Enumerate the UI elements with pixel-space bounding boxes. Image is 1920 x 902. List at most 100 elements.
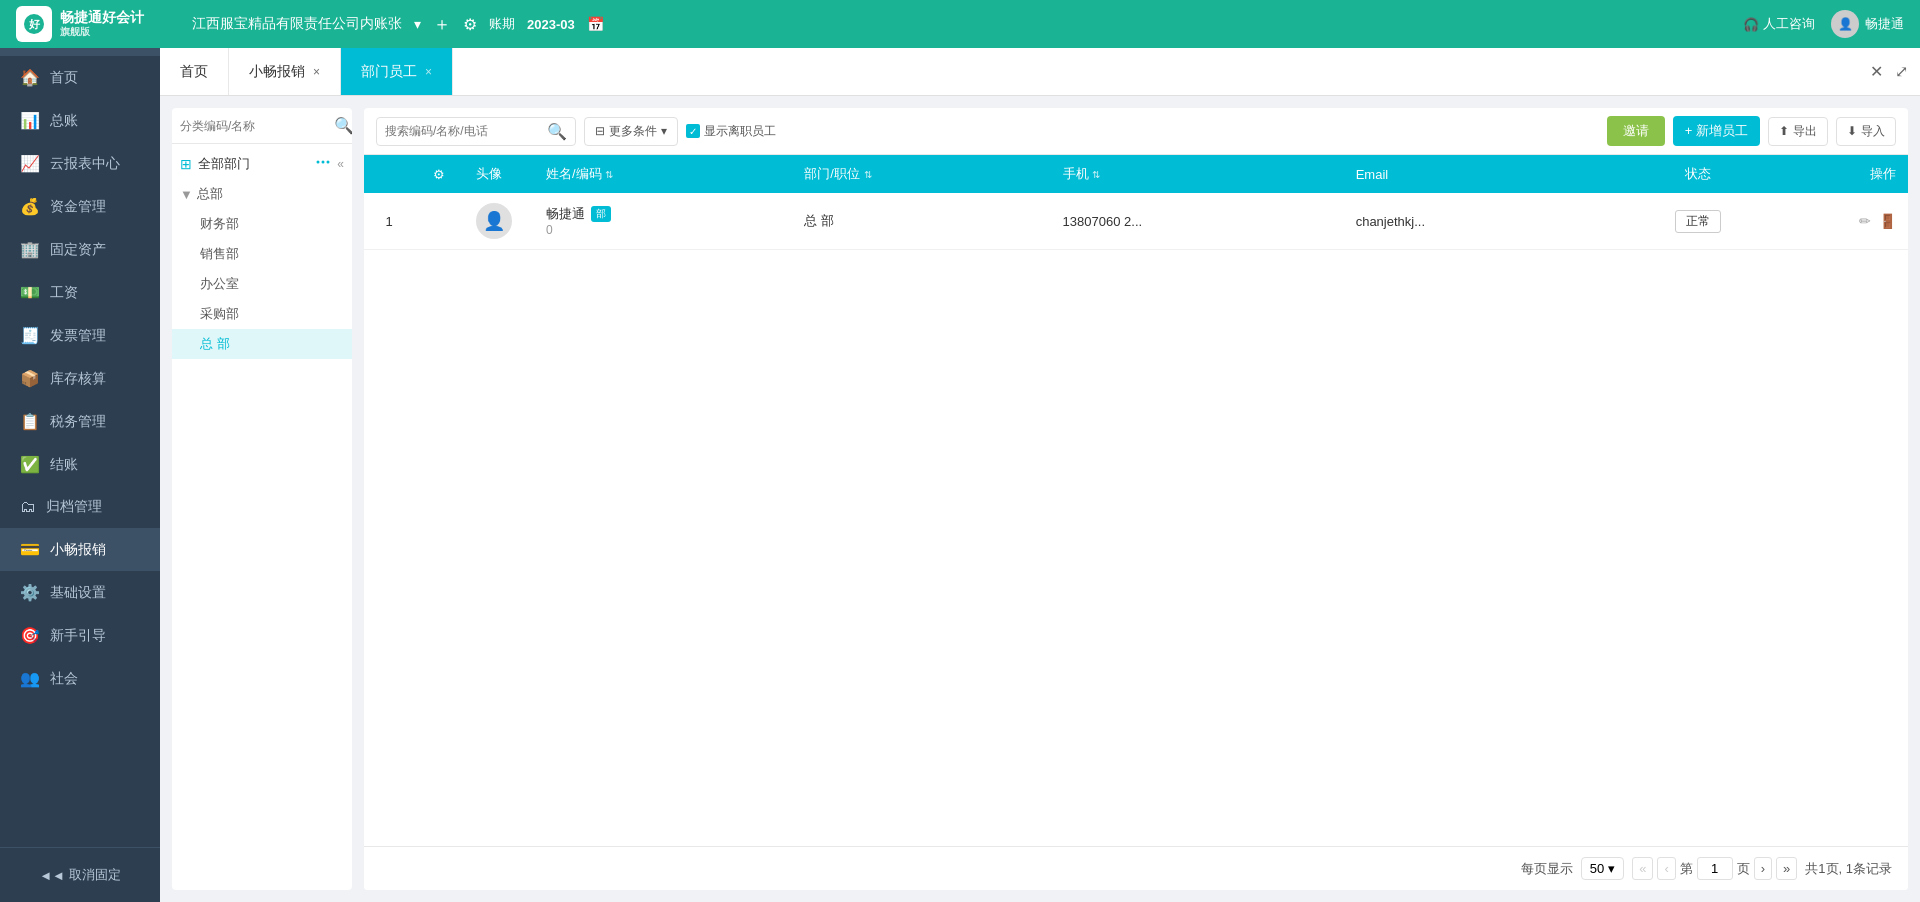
tab-home[interactable]: 首页 <box>160 48 229 95</box>
sidebar-label-checkout: 结账 <box>50 456 78 474</box>
service-button[interactable]: 🎧 人工咨询 <box>1743 15 1815 33</box>
archive-icon: 🗂 <box>20 498 36 516</box>
dept-tree: ⊞ 全部部门 « ▼ 总部 <box>172 144 352 890</box>
name-sort-icon[interactable]: ⇅ <box>605 169 613 180</box>
tab-dept-employee-close[interactable]: × <box>425 65 432 79</box>
first-page-button[interactable]: « <box>1632 857 1653 880</box>
sidebar-bottom: ◄◄ 取消固定 <box>0 847 160 902</box>
sidebar-label-fixed-assets: 固定资产 <box>50 241 106 259</box>
col-dept-position[interactable]: 部门/职位 ⇅ <box>792 155 1050 193</box>
calendar-icon[interactable]: 📅 <box>587 16 604 32</box>
tab-xiaochang-label: 小畅报销 <box>249 63 305 81</box>
dept-node-general[interactable]: ▼ 总部 <box>172 179 352 209</box>
all-depts-label: 全部部门 <box>198 155 250 173</box>
filter-label: 更多条件 <box>609 123 657 140</box>
cancel-fixed-button[interactable]: ◄◄ 取消固定 <box>0 858 160 892</box>
dept-node-hq[interactable]: 总 部 <box>172 329 352 359</box>
cell-actions: ✏ 🚪 <box>1788 193 1908 250</box>
dept-node-finance[interactable]: 财务部 <box>172 209 352 239</box>
company-dropdown-button[interactable]: ▾ <box>414 16 421 32</box>
dept-sort-icon[interactable]: ⇅ <box>864 169 872 180</box>
dept-node-office[interactable]: 办公室 <box>172 269 352 299</box>
sidebar-label-basic-settings: 基础设置 <box>50 584 106 602</box>
sidebar-item-home[interactable]: 🏠 首页 <box>0 56 160 99</box>
headset-icon: 🎧 <box>1743 17 1759 32</box>
expand-icon: ▼ <box>180 187 193 202</box>
sidebar-items: 🏠 首页 📊 总账 📈 云报表中心 💰 资金管理 🏢 固定资产 💵 工资 <box>0 56 160 700</box>
tab-expand-button[interactable]: ⤢ <box>1891 58 1912 85</box>
tab-close-all-button[interactable]: ✕ <box>1866 58 1887 85</box>
page-input[interactable] <box>1697 857 1733 880</box>
employee-search-input[interactable] <box>385 124 543 138</box>
dept-collapse-button[interactable]: « <box>337 157 344 171</box>
dept-node-sales[interactable]: 销售部 <box>172 239 352 269</box>
cell-dept: 总 部 <box>792 193 1050 250</box>
content-area: 首页 小畅报销 × 部门员工 × ✕ ⤢ 🔍 <box>160 48 1920 902</box>
sidebar-label-tax: 税务管理 <box>50 413 106 431</box>
dept-node-purchasing[interactable]: 采购部 <box>172 299 352 329</box>
sidebar-item-salary[interactable]: 💵 工资 <box>0 271 160 314</box>
dept-search-input[interactable] <box>180 119 330 133</box>
sidebar-label-new-guide: 新手引导 <box>50 627 106 645</box>
logo-area: 好 畅捷通好会计 旗舰版 <box>16 6 176 42</box>
sidebar-item-tax[interactable]: 📋 税务管理 <box>0 400 160 443</box>
table-row: 1 👤 畅捷通 部 0 <box>364 193 1908 250</box>
per-page-select[interactable]: 50 ▾ <box>1581 857 1624 880</box>
logout-icon[interactable]: 🚪 <box>1879 213 1896 229</box>
filter-chevron-icon: ▾ <box>661 124 667 138</box>
employee-search-box[interactable]: 🔍 <box>376 117 576 146</box>
employee-name: 畅捷通 <box>546 205 585 223</box>
tab-actions: ✕ ⤢ <box>1858 48 1920 95</box>
cell-status: 正常 <box>1608 193 1788 250</box>
cell-index: 1 <box>364 193 414 250</box>
add-employee-button[interactable]: + 新增员工 <box>1673 116 1760 146</box>
sidebar-item-xiaochang[interactable]: 💳 小畅报销 <box>0 528 160 571</box>
svg-point-2 <box>317 161 320 164</box>
tab-xiaochang[interactable]: 小畅报销 × <box>229 48 341 95</box>
sidebar-item-new-guide[interactable]: 🎯 新手引导 <box>0 614 160 657</box>
user-info[interactable]: 👤 畅捷通 <box>1831 10 1904 38</box>
pagination: « ‹ 第 页 › » <box>1632 857 1797 880</box>
tab-dept-employee[interactable]: 部门员工 × <box>341 48 453 95</box>
import-button[interactable]: ⬇ 导入 <box>1836 117 1896 146</box>
show-resigned-toggle[interactable]: ✓ 显示离职员工 <box>686 123 776 140</box>
col-name-code[interactable]: 姓名/编码 ⇅ <box>534 155 792 193</box>
tab-xiaochang-close[interactable]: × <box>313 65 320 79</box>
company-name: 江西服宝精品有限责任公司内账张 <box>192 15 402 33</box>
settings-gear-button[interactable]: ⚙ <box>463 15 477 34</box>
filter-icon: ⊟ <box>595 124 605 138</box>
all-depts-header[interactable]: ⊞ 全部部门 « <box>172 148 352 179</box>
sidebar-item-inventory[interactable]: 📦 库存核算 <box>0 357 160 400</box>
cell-name-code: 畅捷通 部 0 <box>534 193 792 250</box>
col-settings[interactable]: ⚙ <box>414 155 464 193</box>
search-icon[interactable]: 🔍 <box>547 122 567 141</box>
last-page-button[interactable]: » <box>1776 857 1797 880</box>
sidebar-item-invoice[interactable]: 🧾 发票管理 <box>0 314 160 357</box>
export-button[interactable]: ⬆ 导出 <box>1768 117 1828 146</box>
show-resigned-checkbox[interactable]: ✓ <box>686 124 700 138</box>
per-page-value: 50 <box>1590 861 1604 876</box>
sidebar-item-capital[interactable]: 💰 资金管理 <box>0 185 160 228</box>
sidebar-item-social[interactable]: 👥 社会 <box>0 657 160 700</box>
invite-button[interactable]: 邀请 <box>1607 116 1665 146</box>
svg-text:好: 好 <box>28 18 41 30</box>
sidebar-item-reports[interactable]: 📈 云报表中心 <box>0 142 160 185</box>
sidebar-item-fixed-assets[interactable]: 🏢 固定资产 <box>0 228 160 271</box>
dept-search-icon[interactable]: 🔍 <box>334 116 352 135</box>
sidebar-item-archive[interactable]: 🗂 归档管理 <box>0 486 160 528</box>
dept-edit-button[interactable] <box>315 154 331 173</box>
top-header: 好 畅捷通好会计 旗舰版 江西服宝精品有限责任公司内账张 ▾ ＋ ⚙ 账期 20… <box>0 0 1920 48</box>
sidebar-item-basic-settings[interactable]: ⚙️ 基础设置 <box>0 571 160 614</box>
logo-text: 畅捷通好会计 旗舰版 <box>60 9 144 40</box>
phone-sort-icon[interactable]: ⇅ <box>1092 169 1100 180</box>
col-phone[interactable]: 手机 ⇅ <box>1051 155 1344 193</box>
col-avatar: 头像 <box>464 155 534 193</box>
edit-icon[interactable]: ✏ <box>1859 213 1871 229</box>
sidebar-item-checkout[interactable]: ✅ 结账 <box>0 443 160 486</box>
sidebar-item-general-ledger[interactable]: 📊 总账 <box>0 99 160 142</box>
period-value: 2023-03 <box>527 17 575 32</box>
filter-button[interactable]: ⊟ 更多条件 ▾ <box>584 117 678 146</box>
prev-page-button[interactable]: ‹ <box>1657 857 1675 880</box>
add-account-button[interactable]: ＋ <box>433 15 451 33</box>
next-page-button[interactable]: › <box>1754 857 1772 880</box>
